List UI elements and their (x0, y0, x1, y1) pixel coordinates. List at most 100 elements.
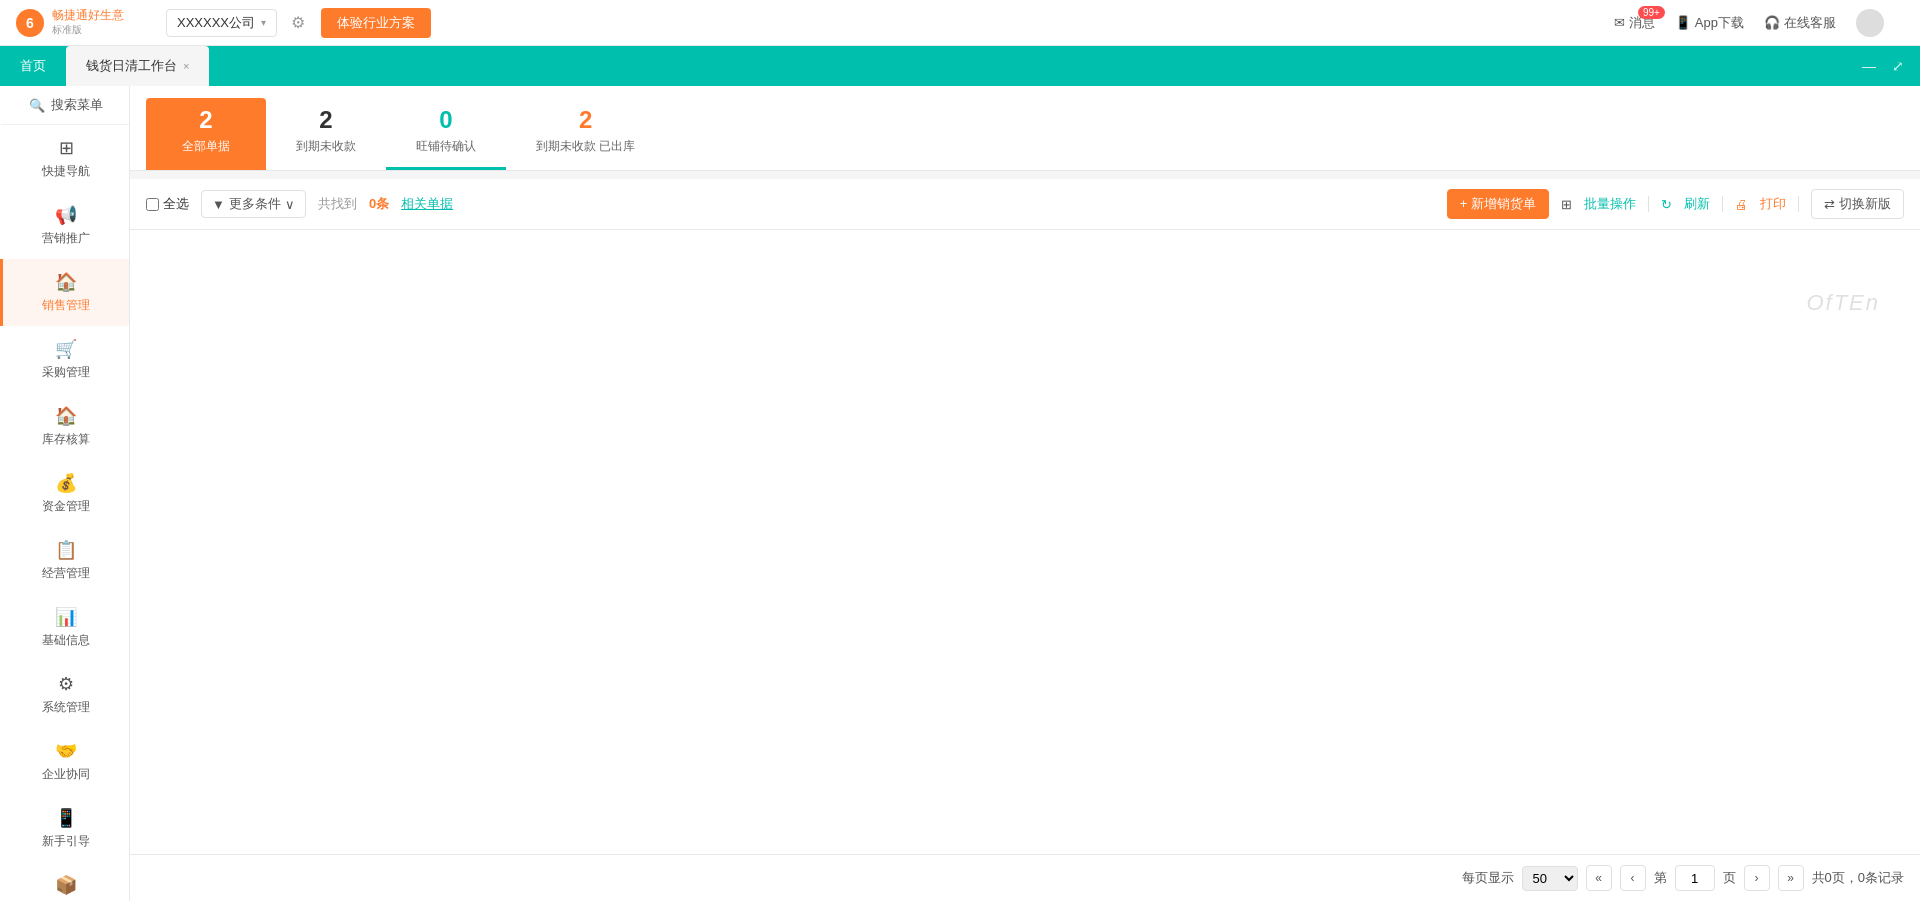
tab-wangpu-count: 0 (439, 106, 452, 134)
tab-overdue-label: 到期未收款 (296, 138, 356, 155)
company-selector[interactable]: XXXXXX公司 ▾ (166, 9, 277, 37)
chevron-filter-icon: ∨ (285, 197, 295, 212)
sidebar-item-funds[interactable]: 💰 资金管理 (0, 460, 129, 527)
sidebar-item-quick-nav[interactable]: ⊞ 快捷导航 (0, 125, 129, 192)
prev-page-btn[interactable]: ‹ (1620, 865, 1646, 891)
funds-icon: 💰 (55, 472, 77, 494)
chevron-down-icon: ▾ (261, 17, 266, 28)
related-docs-link[interactable]: 相关单据 (401, 195, 453, 213)
print-btn[interactable]: 打印 (1760, 195, 1786, 213)
summary-tab-wangpu[interactable]: 0 旺铺待确认 (386, 98, 506, 170)
corp-coop-icon: 🤝 (55, 740, 77, 762)
quick-nav-label: 快捷导航 (42, 163, 90, 180)
message-icon: ✉ (1614, 15, 1625, 30)
base-info-label: 基础信息 (42, 632, 90, 649)
sidebar-item-newbie[interactable]: 📱 新手引导 (0, 795, 129, 862)
summary-tab-overdue[interactable]: 2 到期未收款 (266, 98, 386, 170)
marketing-label: 营销推广 (42, 230, 90, 247)
nav-tabs-bar: 首页 钱货日清工作台 × — ⤢ (0, 46, 1920, 86)
industry-btn[interactable]: 体验行业方案 (321, 8, 431, 38)
sidebar-item-sales[interactable]: 🏠 销售管理 (0, 259, 129, 326)
base-info-icon: 📊 (55, 606, 77, 628)
marketing-icon: 📢 (55, 204, 77, 226)
sidebar-item-corp-coop[interactable]: 🤝 企业协同 (0, 728, 129, 795)
settings-icon[interactable]: ⚙ (287, 9, 309, 36)
logo-sub: 标准版 (52, 23, 124, 37)
company-name: XXXXXX公司 (177, 14, 255, 32)
search-menu-item[interactable]: 🔍 搜索菜单 (0, 86, 129, 125)
app-download-btn[interactable]: 📱 App下载 (1675, 14, 1744, 32)
toolbar-divider-1 (1648, 196, 1649, 212)
pagination-bar: 每页显示 50 100 « ‹ 第 页 › » 共0页，0条记录 (130, 854, 1920, 901)
toolbar: 全选 ▼ 更多条件 ∨ 共找到 0条 相关单据 + 新增销货单 ⊞ 批量操作 ↻… (130, 179, 1920, 230)
sales-label: 销售管理 (42, 297, 90, 314)
next-page-btn[interactable]: › (1744, 865, 1770, 891)
toolbar-right: + 新增销货单 ⊞ 批量操作 ↻ 刷新 🖨 打印 ⇄ 切换新版 (1447, 189, 1904, 219)
avatar[interactable] (1856, 9, 1884, 37)
top-header: 6 畅捷通好生意 标准版 XXXXXX公司 ▾ ⚙ 体验行业方案 ✉ 消息 99… (0, 0, 1920, 46)
sys-icon: ⚙ (58, 673, 74, 695)
purchase-icon: 🛒 (55, 338, 77, 360)
logo-text: 畅捷通好生意 (52, 8, 124, 24)
layout: 🔍 搜索菜单 ⊞ 快捷导航 📢 营销推广 🏠 销售管理 🛒 采购管理 🏠 库存核… (0, 86, 1920, 901)
select-all-input[interactable] (146, 198, 159, 211)
sidebar: 🔍 搜索菜单 ⊞ 快捷导航 📢 营销推广 🏠 销售管理 🛒 采购管理 🏠 库存核… (0, 86, 130, 901)
quick-nav-icon: ⊞ (59, 137, 74, 159)
sidebar-item-marketing[interactable]: 📢 营销推广 (0, 192, 129, 259)
switch-new-btn[interactable]: ⇄ 切换新版 (1811, 189, 1904, 219)
filter-icon: ▼ (212, 197, 225, 212)
minimize-btn[interactable]: — (1858, 54, 1880, 78)
message-btn[interactable]: ✉ 消息 99+ (1614, 14, 1655, 32)
tab-all-count: 2 (199, 106, 212, 134)
sidebar-item-purchase[interactable]: 🛒 采购管理 (0, 326, 129, 393)
new-sale-btn[interactable]: + 新增销货单 (1447, 189, 1549, 219)
more-filters-btn[interactable]: ▼ 更多条件 ∨ (201, 190, 306, 218)
close-tab-icon[interactable]: × (183, 60, 189, 72)
online-service-btn[interactable]: 🎧 在线客服 (1764, 14, 1836, 32)
tab-shipped-count: 2 (579, 106, 592, 134)
search-icon: 🔍 (29, 98, 45, 113)
batch-ops-btn[interactable]: 批量操作 (1584, 195, 1636, 213)
ops-label: 经营管理 (42, 565, 90, 582)
tab-wangpu-label: 旺铺待确认 (416, 138, 476, 155)
page-input[interactable] (1675, 865, 1715, 891)
last-page-btn[interactable]: » (1778, 865, 1804, 891)
sidebar-item-ops[interactable]: 📋 经营管理 (0, 527, 129, 594)
sales-icon: 🏠 (55, 271, 77, 293)
switch-new-label: 切换新版 (1839, 195, 1891, 213)
toolbar-left: 全选 ▼ 更多条件 ∨ 共找到 0条 相关单据 (146, 190, 1435, 218)
tab-actions: — ⤢ (1858, 54, 1920, 78)
page-unit: 页 (1723, 869, 1736, 887)
sidebar-item-sys[interactable]: ⚙ 系统管理 (0, 661, 129, 728)
home-tab-label: 首页 (20, 57, 46, 75)
newbie-icon: 📱 (55, 807, 77, 829)
first-page-btn[interactable]: « (1586, 865, 1612, 891)
content-area: OfTEn (130, 230, 1920, 854)
online-service-label: 在线客服 (1784, 14, 1836, 32)
corp-coop-label: 企业协同 (42, 766, 90, 783)
page-label: 第 (1654, 869, 1667, 887)
ops-icon: 📋 (55, 539, 77, 561)
tab-active[interactable]: 钱货日清工作台 × (66, 46, 209, 86)
result-text: 共找到 (318, 195, 357, 213)
sidebar-item-base-info[interactable]: 📊 基础信息 (0, 594, 129, 661)
sidebar-item-app-center[interactable]: 📦 应用中心 (0, 862, 129, 901)
summary-tabs: 2 全部单据 2 到期未收款 0 旺铺待确认 2 到期未收款 已出库 (130, 86, 1920, 171)
per-page-select[interactable]: 50 100 (1522, 866, 1578, 891)
logo-icon: 6 (16, 9, 44, 37)
main-content: 2 全部单据 2 到期未收款 0 旺铺待确认 2 到期未收款 已出库 全选 (130, 86, 1920, 901)
tab-home[interactable]: 首页 (0, 46, 66, 86)
batch-ops-icon: ⊞ (1561, 197, 1572, 212)
sidebar-item-inventory[interactable]: 🏠 库存核算 (0, 393, 129, 460)
summary-tab-shipped[interactable]: 2 到期未收款 已出库 (506, 98, 665, 170)
summary-tab-all[interactable]: 2 全部单据 (146, 98, 266, 170)
switch-icon: ⇄ (1824, 197, 1835, 212)
logo-area: 6 畅捷通好生意 标准版 (16, 8, 146, 38)
per-page-label: 每页显示 (1462, 869, 1514, 887)
select-all-checkbox[interactable]: 全选 (146, 195, 189, 213)
refresh-btn[interactable]: 刷新 (1684, 195, 1710, 213)
maximize-btn[interactable]: ⤢ (1888, 54, 1908, 78)
tab-shipped-label: 到期未收款 已出库 (536, 138, 635, 155)
search-menu-label: 搜索菜单 (51, 96, 103, 114)
newbie-label: 新手引导 (42, 833, 90, 850)
